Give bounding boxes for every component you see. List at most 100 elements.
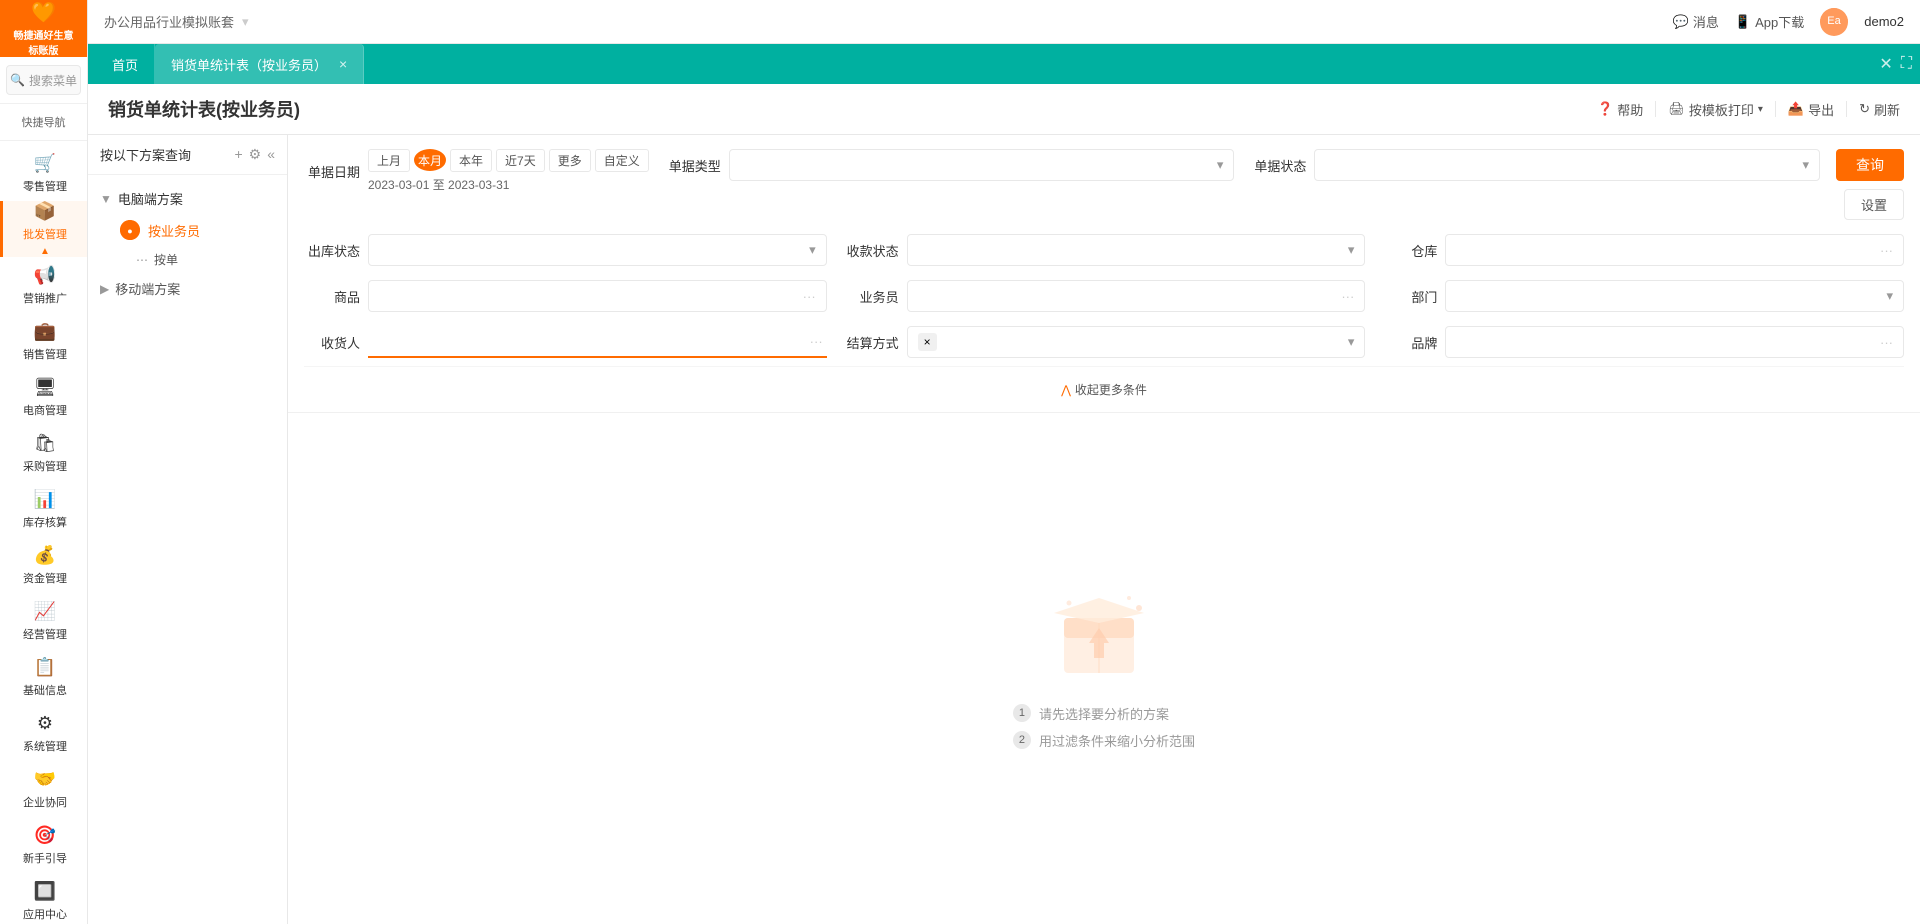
empty-tips: 1 请先选择要分析的方案 2 用过滤条件来缩小分析范围 (1013, 704, 1195, 750)
warehouse-select[interactable]: ··· (1445, 234, 1904, 266)
system-label: 系统管理 (23, 738, 67, 754)
mobile-group-arrow-icon: ▶ (100, 282, 109, 296)
brand-filter: 品牌 ··· (1381, 326, 1904, 358)
username-label[interactable]: demo2 (1864, 14, 1904, 29)
sidebar-item-sales[interactable]: 💼 销售管理 (0, 313, 87, 369)
header-left: 办公用品行业模拟账套 ▾ (104, 12, 249, 31)
settings-button[interactable]: 设置 (1844, 189, 1904, 220)
download-icon: 📱 (1735, 14, 1751, 30)
department-select[interactable]: ▾ (1445, 280, 1904, 312)
pc-scheme-header[interactable]: ▼ 电脑端方案 (88, 183, 287, 214)
app-download-button[interactable]: 📱 App下载 (1735, 12, 1804, 31)
tip-num-2: 2 (1013, 731, 1031, 749)
tab-sales-report[interactable]: 销货单统计表（按业务员） × (155, 44, 364, 84)
doc-status-select[interactable]: ▾ (1314, 149, 1820, 181)
receipt-status-select[interactable]: ▾ (907, 234, 1366, 266)
search-menu-button[interactable]: 🔍 搜索菜单 (6, 65, 81, 95)
help-button[interactable]: ❓ 帮助 (1597, 100, 1643, 119)
enterprise-label: 企业协同 (23, 794, 67, 810)
sidebar-item-apps[interactable]: 🔲 应用中心 (0, 873, 87, 924)
finance-icon: 💰 (34, 545, 56, 566)
settlement-select[interactable]: × ▾ (907, 326, 1366, 358)
scheme-panel: 按以下方案查询 + ⚙ « ▼ 电脑端方案 (88, 135, 288, 924)
scheme-panel-header: 按以下方案查询 + ⚙ « (88, 135, 287, 175)
left-sidebar: 🧡 畅捷通好生意 标账版 🔍 搜索菜单 快捷导航 🛒 零售管理 📦 批发管理 ▲… (0, 0, 88, 924)
department-chevron-icon: ▾ (1886, 288, 1893, 304)
doc-status-filter: 单据状态 ▾ (1250, 149, 1820, 181)
scheme-settings-button[interactable]: ⚙ (249, 146, 262, 163)
goods-select[interactable]: ··· (368, 280, 827, 312)
salesperson-select[interactable]: ··· (907, 280, 1366, 312)
sidebar-item-wholesale[interactable]: 📦 批发管理 ▲ (0, 201, 87, 257)
pc-group-arrow-icon: ▼ (100, 192, 112, 206)
receipt-status-filter: 收款状态 ▾ (843, 234, 1366, 266)
sidebar-item-purchase[interactable]: 🛍 采购管理 (0, 425, 87, 481)
filter-and-content: 单据日期 上月 本月 本年 近7天 更多 自定义 (288, 135, 1920, 924)
sidebar-item-finance[interactable]: 💰 资金管理 (0, 537, 87, 593)
date-buttons-row: 上月 本月 本年 近7天 更多 自定义 (368, 149, 649, 172)
brand-select[interactable]: ··· (1445, 326, 1904, 358)
date-btn-thismonth[interactable]: 本月 (414, 149, 446, 171)
brand-label: 品牌 (1381, 333, 1437, 352)
query-button[interactable]: 查询 (1836, 149, 1904, 181)
tab-home[interactable]: 首页 (96, 44, 155, 84)
message-button[interactable]: 💬 消息 (1673, 12, 1719, 31)
receipt-status-chevron-icon: ▾ (1348, 242, 1355, 258)
doc-status-chevron-icon: ▾ (1802, 157, 1809, 173)
sidebar-item-ecommerce[interactable]: 🖥 电商管理 (0, 369, 87, 425)
scheme-sub-item-doc[interactable]: ⋯ 按单 (88, 246, 287, 273)
app-logo[interactable]: 🧡 畅捷通好生意 标账版 (0, 0, 88, 57)
basic-label: 基础信息 (23, 682, 67, 698)
sidebar-item-marketing[interactable]: 📢 营销推广 (0, 257, 87, 313)
warehouse-dots-icon: ··· (1880, 243, 1893, 258)
pc-scheme-label: 电脑端方案 (118, 189, 183, 208)
mobile-scheme-group[interactable]: ▶ 移动端方案 (88, 273, 287, 304)
scheme-collapse-button[interactable]: « (267, 146, 275, 163)
date-btn-custom[interactable]: 自定义 (595, 149, 649, 172)
empty-tip-2: 2 用过滤条件来缩小分析范围 (1013, 731, 1195, 750)
sidebar-item-newbie[interactable]: 🎯 新手引导 (0, 817, 87, 873)
sidebar-item-retail[interactable]: 🛒 零售管理 (0, 145, 87, 201)
collapse-chevron-icon: ⋀ (1061, 383, 1071, 397)
export-button[interactable]: 📤 导出 (1788, 100, 1834, 119)
out-status-select[interactable]: ▾ (368, 234, 827, 266)
sidebar-item-basic[interactable]: 📋 基础信息 (0, 649, 87, 705)
tab-bar: 首页 销货单统计表（按业务员） × ✕ ⛶ (88, 44, 1920, 84)
sidebar-item-enterprise[interactable]: 🤝 企业协同 (0, 761, 87, 817)
settlement-filter: 结算方式 × ▾ (843, 326, 1366, 358)
tab-close-button[interactable]: × (339, 56, 347, 72)
collapse-button[interactable]: ⋀ 收起更多条件 (1061, 375, 1147, 404)
scheme-item-salesperson[interactable]: ● 按业务员 (88, 214, 287, 246)
scheme-add-button[interactable]: + (234, 146, 242, 163)
tip-num-1: 1 (1013, 704, 1031, 722)
header-right: 💬 消息 📱 App下载 Ea demo2 (1673, 8, 1904, 36)
tab-maximize-button[interactable]: ⛶ (1901, 55, 1912, 73)
sidebar-item-inventory[interactable]: 📊 库存核算 (0, 481, 87, 537)
filter-row-1: 单据日期 上月 本月 本年 近7天 更多 自定义 (304, 149, 1904, 220)
date-btn-more[interactable]: 更多 (549, 149, 591, 172)
mobile-scheme-label: 移动端方案 (115, 279, 180, 298)
date-options: 上月 本月 本年 近7天 更多 自定义 2023-03-01 至 2023-03… (368, 149, 649, 193)
avatar[interactable]: Ea (1820, 8, 1848, 36)
date-btn-lastmonth[interactable]: 上月 (368, 149, 410, 172)
tip-text-1: 请先选择要分析的方案 (1039, 704, 1169, 723)
doc-type-select[interactable]: ▾ (729, 149, 1235, 181)
quick-nav-label[interactable]: 快捷导航 (6, 110, 81, 134)
date-range-text: 2023-03-01 至 2023-03-31 (368, 176, 649, 193)
empty-state: 1 请先选择要分析的方案 2 用过滤条件来缩小分析范围 (288, 413, 1920, 924)
date-btn-thisyear[interactable]: 本年 (450, 149, 492, 172)
filter-section: 单据日期 上月 本月 本年 近7天 更多 自定义 (288, 135, 1920, 413)
svg-text:Ea: Ea (1828, 15, 1842, 27)
tab-close-all-button[interactable]: ✕ (1879, 54, 1892, 74)
print-button[interactable]: 🖨 按模板打印 ▾ (1668, 100, 1763, 119)
sidebar-item-system[interactable]: ⚙ 系统管理 (0, 705, 87, 761)
consignee-input[interactable] (372, 334, 810, 349)
sales-report-tab-label: 销货单统计表（按业务员） (171, 55, 327, 74)
refresh-button[interactable]: ↻ 刷新 (1859, 100, 1900, 119)
message-icon: 💬 (1673, 14, 1689, 30)
scheme-sub-icon: ⋯ (136, 253, 148, 267)
date-btn-7days[interactable]: 近7天 (496, 149, 545, 172)
settlement-tag[interactable]: × (918, 333, 937, 351)
salesperson-filter: 业务员 ··· (843, 280, 1366, 312)
sidebar-item-operation[interactable]: 📈 经营管理 (0, 593, 87, 649)
